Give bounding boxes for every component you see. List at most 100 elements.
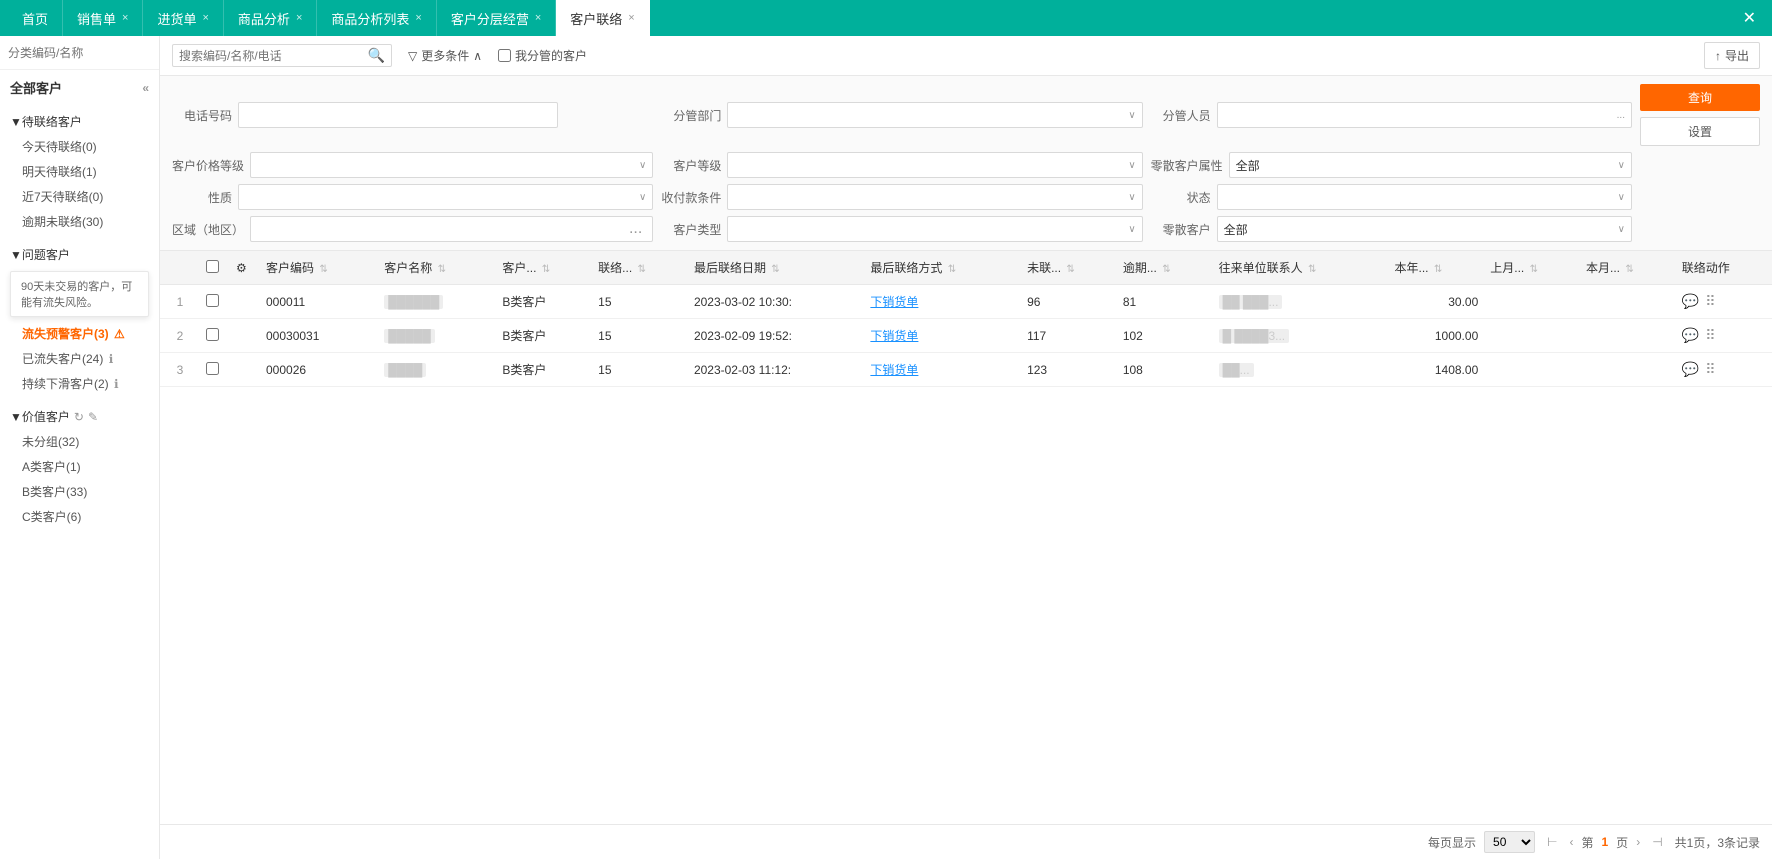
col-last-contact-date-header[interactable]: 最后联络日期 ⇅ — [688, 251, 864, 285]
action-more-icon[interactable]: ⠿ — [1705, 293, 1715, 310]
tab-purchase[interactable]: 进货单 × — [143, 0, 223, 36]
sidebar-item-today[interactable]: 今天待联络(0) — [0, 134, 159, 159]
row-checkbox[interactable] — [200, 285, 230, 319]
select-all-checkbox[interactable] — [206, 260, 219, 273]
action-contact-icon[interactable]: 💬 — [1682, 327, 1699, 344]
col-this-month-header[interactable]: 本月... ⇅ — [1580, 251, 1676, 285]
zero-retail-attr-select[interactable]: 全部 ∨ — [1229, 152, 1632, 178]
tab-home[interactable]: 首页 — [8, 0, 63, 36]
col-uncontacted-header[interactable]: 未联... ⇅ — [1021, 251, 1117, 285]
col-contact-person-header[interactable]: 往来单位联系人 ⇅ — [1213, 251, 1389, 285]
payment-select[interactable]: ∨ — [727, 184, 1142, 210]
toolbar-search-input[interactable] — [179, 49, 368, 63]
churn-warning-icon: ⚠ — [114, 327, 125, 341]
sidebar-item-churn-warning[interactable]: 流失预警客户(3) ⚠ — [0, 321, 159, 346]
tab-sales[interactable]: 销售单 × — [63, 0, 143, 36]
status-select[interactable]: ∨ — [1217, 184, 1632, 210]
tab-sales-close[interactable]: × — [122, 12, 128, 24]
sidebar-all-customers[interactable]: 全部客户 « — [0, 70, 159, 105]
sidebar-group-value-title[interactable]: ▼ 价值客户 ↻ ✎ — [0, 404, 159, 429]
value-edit-icon[interactable]: ✎ — [88, 410, 98, 424]
sidebar-item-tomorrow[interactable]: 明天待联络(1) — [0, 159, 159, 184]
sidebar-item-7days[interactable]: 近7天待联络(0) — [0, 184, 159, 209]
my-customers-check[interactable] — [498, 49, 511, 62]
filter-zero-retail: 零散客户 全部 ∨ — [1151, 216, 1632, 242]
row-last-contact-method[interactable]: 下销货单 — [864, 285, 1021, 319]
window-close-button[interactable]: ✕ — [1735, 8, 1764, 28]
row-select-checkbox[interactable] — [206, 294, 219, 307]
per-page-select[interactable]: 50 100 200 — [1484, 831, 1535, 853]
col-contact-count-header[interactable]: 联络... ⇅ — [592, 251, 688, 285]
row-last-contact-method[interactable]: 下销货单 — [864, 319, 1021, 353]
row-no: 2 — [160, 319, 200, 353]
action-contact-icon[interactable]: 💬 — [1682, 361, 1699, 378]
sidebar-group-pending-label: 待联络客户 — [22, 113, 82, 130]
filter-row-1: 电话号码 分管部门 ∨ 分管人员 ... — [172, 84, 1760, 146]
tab-customer-tier-close[interactable]: × — [535, 12, 541, 24]
region-select[interactable]: ... — [250, 216, 653, 242]
sidebar-group-problem-title[interactable]: ▼ 问题客户 — [0, 242, 159, 267]
my-customers-checkbox[interactable]: 我分管的客户 — [498, 47, 587, 64]
row-last-contact-method[interactable]: 下销货单 — [864, 353, 1021, 387]
tab-customer-contact[interactable]: 客户联络 × — [556, 0, 649, 36]
col-code-header[interactable]: 客户编码 ⇅ — [260, 251, 378, 285]
row-checkbox[interactable] — [200, 353, 230, 387]
value-refresh-icon[interactable]: ↻ — [74, 410, 84, 424]
filter-customer-type: 客户类型 ∨ — [661, 216, 1142, 242]
filter-gender: 性质 ∨ — [172, 184, 653, 210]
sidebar-item-ungrouped[interactable]: 未分组(32) — [0, 429, 159, 454]
action-more-icon[interactable]: ⠿ — [1705, 361, 1715, 378]
last-page-button[interactable]: ⊣ — [1648, 833, 1666, 851]
row-checkbox[interactable] — [200, 319, 230, 353]
price-level-select[interactable]: ∨ — [250, 152, 653, 178]
row-select-checkbox[interactable] — [206, 362, 219, 375]
tab-analysis-close[interactable]: × — [296, 12, 302, 24]
tab-analysis[interactable]: 商品分析 × — [224, 0, 317, 36]
tab-purchase-close[interactable]: × — [202, 12, 208, 24]
col-this-year-header[interactable]: 本年... ⇅ — [1388, 251, 1484, 285]
settings-button[interactable]: 设置 — [1640, 117, 1760, 146]
page-suffix: 页 — [1616, 834, 1628, 851]
action-more-icon[interactable]: ⠿ — [1705, 327, 1715, 344]
tab-analysis-list-close[interactable]: × — [415, 12, 421, 24]
sidebar-item-churned[interactable]: 已流失客户(24) ℹ — [0, 346, 159, 371]
col-last-contact-method-header[interactable]: 最后联络方式 ⇅ — [864, 251, 1021, 285]
customer-level-select[interactable]: ∨ — [727, 152, 1142, 178]
sidebar-item-overdue[interactable]: 逾期未联络(30) — [0, 209, 159, 234]
person-select[interactable]: ... — [1217, 102, 1632, 128]
dept-select[interactable]: ∨ — [727, 102, 1142, 128]
col-name-header[interactable]: 客户名称 ⇅ — [378, 251, 496, 285]
zero-retail-select[interactable]: 全部 ∨ — [1217, 216, 1632, 242]
customer-type-select[interactable]: ∨ — [727, 216, 1142, 242]
prev-page-button[interactable]: ‹ — [1565, 833, 1577, 851]
col-settings-header[interactable]: ⚙ — [230, 251, 260, 285]
sidebar-collapse-icon[interactable]: « — [142, 81, 149, 95]
tab-customer-tier[interactable]: 客户分层经营 × — [437, 0, 556, 36]
toolbar-search-icon[interactable]: 🔍 — [368, 47, 385, 64]
phone-input[interactable] — [238, 102, 558, 128]
row-action: 💬 ⠿ — [1676, 319, 1772, 353]
sidebar-item-b-class[interactable]: B类客户(33) — [0, 479, 159, 504]
sidebar-group-pending-title[interactable]: ▼ 待联络客户 — [0, 109, 159, 134]
sidebar-item-c-class[interactable]: C类客户(6) — [0, 504, 159, 529]
next-page-button[interactable]: › — [1632, 833, 1644, 851]
col-type-header[interactable]: 客户... ⇅ — [496, 251, 592, 285]
zero-retail-attr-label: 零散客户属性 — [1151, 157, 1223, 174]
tab-customer-contact-close[interactable]: × — [628, 12, 634, 24]
gender-select[interactable]: ∨ — [238, 184, 653, 210]
export-button[interactable]: ↑ 导出 — [1704, 42, 1760, 69]
region-more-icon[interactable]: ... — [625, 220, 646, 238]
first-page-button[interactable]: ⊢ — [1543, 833, 1561, 851]
col-overdue-header[interactable]: 逾期... ⇅ — [1117, 251, 1213, 285]
action-contact-icon[interactable]: 💬 — [1682, 293, 1699, 310]
query-button[interactable]: 查询 — [1640, 84, 1760, 111]
col-last-month-header[interactable]: 上月... ⇅ — [1484, 251, 1580, 285]
filter-row-2: 客户价格等级 ∨ 客户等级 ∨ 零散客户属性 全部 — [172, 152, 1760, 178]
row-select-checkbox[interactable] — [206, 328, 219, 341]
sidebar-search-input[interactable] — [8, 46, 160, 60]
status-arrow-icon: ∨ — [1618, 192, 1625, 203]
tab-analysis-list[interactable]: 商品分析列表 × — [317, 0, 436, 36]
more-conditions-button[interactable]: ▽ 更多条件 ∧ — [400, 43, 490, 68]
sidebar-item-declining[interactable]: 持续下滑客户(2) ℹ — [0, 371, 159, 396]
sidebar-item-a-class[interactable]: A类客户(1) — [0, 454, 159, 479]
